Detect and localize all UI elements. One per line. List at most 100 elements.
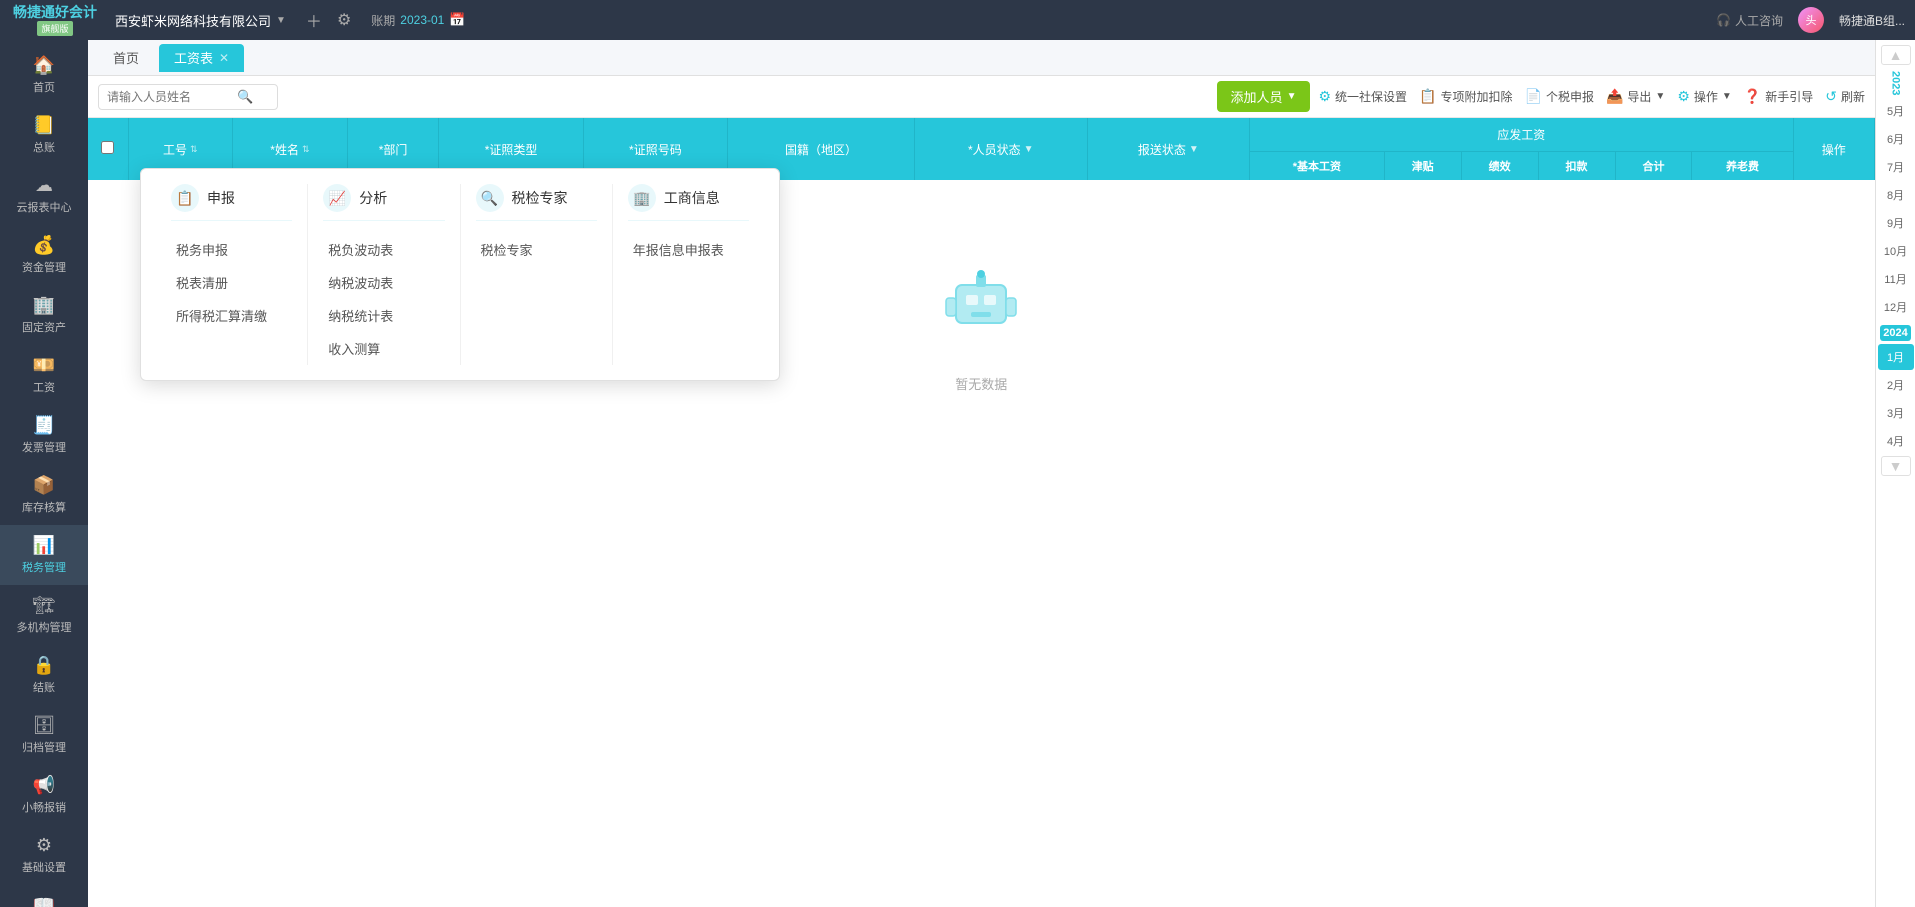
month-1-current[interactable]: 1月 [1878,344,1914,370]
status-filter-icon[interactable]: ▼ [1024,144,1034,155]
sidebar-item-salary[interactable]: 💴 工资 [0,345,88,405]
sidebar-item-multi-org[interactable]: 🏗 多机构管理 [0,585,88,645]
salary-table: 工号 ⇅ *姓名 ⇅ *部门 [88,118,1875,473]
th-performance: 绩效 [1461,152,1538,181]
sidebar-item-archive-label: 归档管理 [22,739,66,755]
month-2[interactable]: 2月 [1878,372,1914,398]
period-value[interactable]: 2023-01 [400,13,444,27]
tab-salary-close-icon[interactable]: ✕ [219,51,229,65]
sidebar-item-assets[interactable]: 🏢 固定资产 [0,285,88,345]
company-name: 西安虾米网络科技有限公司 [115,11,271,30]
th-work-id[interactable]: 工号 ⇅ [128,118,233,180]
operations-arrow: ▼ [1722,91,1732,102]
support-button[interactable]: 🎧 人工咨询 [1716,12,1783,29]
month-5[interactable]: 5月 [1878,98,1914,124]
month-3[interactable]: 3月 [1878,400,1914,426]
inventory-icon: 📦 [33,475,55,496]
sidebar-item-settings-label: 基础设置 [22,859,66,875]
operations-btn[interactable]: ⚙ 操作 ▼ [1677,88,1731,105]
sidebar-item-salary-label: 工资 [33,379,55,395]
select-all-checkbox[interactable] [101,141,114,154]
support-label: 人工咨询 [1735,12,1783,29]
month-4[interactable]: 4月 [1878,428,1914,454]
operations-icon: ⚙ [1677,88,1690,105]
month-7[interactable]: 7月 [1878,154,1914,180]
sidebar-item-invoice[interactable]: 🧾 发票管理 [0,405,88,465]
closing-icon: 🔒 [33,655,55,676]
export-arrow: ▼ [1655,91,1665,102]
th-id-type: *证照类型 [439,118,583,180]
th-department-label: *部门 [379,143,408,157]
th-submit-status-label: 报送状态 [1138,141,1186,158]
calendar-nav-down[interactable]: ▼ [1881,456,1911,476]
sidebar-item-marketing[interactable]: 📢 小畅报销 [0,765,88,825]
sidebar-item-fund[interactable]: 💰 资金管理 [0,225,88,285]
tab-salary[interactable]: 工资表 ✕ [159,44,244,72]
th-total: 合计 [1615,152,1692,181]
submit-filter-icon[interactable]: ▼ [1189,144,1199,155]
month-11[interactable]: 11月 [1878,266,1914,292]
settings-icon[interactable]: ⚙ [337,10,351,30]
th-operations-label: 操作 [1822,143,1846,157]
export-label: 导出 [1627,88,1651,105]
sidebar-item-ledger[interactable]: 📒 总账 [0,105,88,165]
name-sort-icon: ⇅ [302,144,310,155]
year-2023-label: 2023 [1890,71,1902,95]
sidebar-item-settings[interactable]: ⚙ 基础设置 [0,825,88,885]
guide-icon: 📖 [33,895,55,907]
sidebar-item-marketing-label: 小畅报销 [22,799,66,815]
export-btn[interactable]: 📤 导出 ▼ [1606,88,1665,105]
th-pension-label: 养老费 [1726,161,1759,173]
calendar-nav-up[interactable]: ▲ [1881,45,1911,65]
month-6[interactable]: 6月 [1878,126,1914,152]
tab-home[interactable]: 首页 [98,44,154,72]
search-box[interactable]: 🔍 [98,84,278,110]
refresh-btn[interactable]: ↺ 刷新 [1825,88,1865,105]
company-dropdown-chevron: ▼ [276,15,286,26]
add-icon[interactable]: ＋ [306,8,322,32]
refresh-label: 刷新 [1841,88,1865,105]
home-icon: 🏠 [33,55,55,76]
social-security-btn[interactable]: ⚙ 统一社保设置 [1318,88,1407,105]
empty-icon [941,260,1021,359]
guide-btn[interactable]: ❓ 新手引导 [1744,88,1813,105]
th-name[interactable]: *姓名 ⇅ [233,118,348,180]
user-name[interactable]: 畅捷通B组... [1839,12,1905,29]
tab-salary-label: 工资表 [174,48,213,67]
search-input[interactable] [107,90,237,104]
sidebar-item-tax[interactable]: 📊 税务管理 [0,525,88,585]
th-checkbox[interactable] [88,118,128,180]
ledger-icon: 📒 [33,115,55,136]
th-allowance: 津贴 [1384,152,1461,181]
company-selector[interactable]: 西安虾米网络科技有限公司 ▼ [115,11,286,30]
month-12[interactable]: 12月 [1878,294,1914,320]
th-deductions-label: 扣款 [1566,161,1588,173]
sidebar-item-closing[interactable]: 🔒 结账 [0,645,88,705]
sidebar-item-guide[interactable]: 📖 新手引导 [0,885,88,907]
sidebar-item-home[interactable]: 🏠 首页 [0,45,88,105]
empty-state-cell: 暂无数据 [88,180,1875,473]
th-submit-status[interactable]: 报送状态 ▼ [1087,118,1249,180]
tax-report-btn[interactable]: 📄 个税申报 [1525,88,1594,105]
add-person-button[interactable]: 添加人员 ▼ [1217,81,1311,112]
th-salary-group-label: 应发工资 [1497,128,1545,142]
sidebar-item-tax-label: 税务管理 [22,559,66,575]
special-deduction-btn[interactable]: 📋 专项附加扣除 [1419,88,1512,105]
period-calendar-icon[interactable]: 📅 [449,12,465,28]
tab-home-label: 首页 [113,48,139,67]
month-8[interactable]: 8月 [1878,182,1914,208]
tax-icon: 📊 [33,535,55,556]
sidebar-item-cloud-report[interactable]: ☁ 云报表中心 [0,165,88,225]
sidebar-item-home-label: 首页 [33,79,55,95]
top-bar-actions: ＋ ⚙ [306,8,351,32]
sidebar-item-inventory[interactable]: 📦 库存核算 [0,465,88,525]
month-10[interactable]: 10月 [1878,238,1914,264]
sidebar-item-fund-label: 资金管理 [22,259,66,275]
top-bar-right: 🎧 人工咨询 头 畅捷通B组... [1716,7,1905,33]
th-origin-label: 国籍（地区） [785,143,857,157]
month-9[interactable]: 9月 [1878,210,1914,236]
operations-label: 操作 [1694,88,1718,105]
sidebar-item-archive[interactable]: 🗄 归档管理 [0,705,88,765]
th-status[interactable]: *人员状态 ▼ [914,118,1087,180]
user-avatar[interactable]: 头 [1798,7,1824,33]
